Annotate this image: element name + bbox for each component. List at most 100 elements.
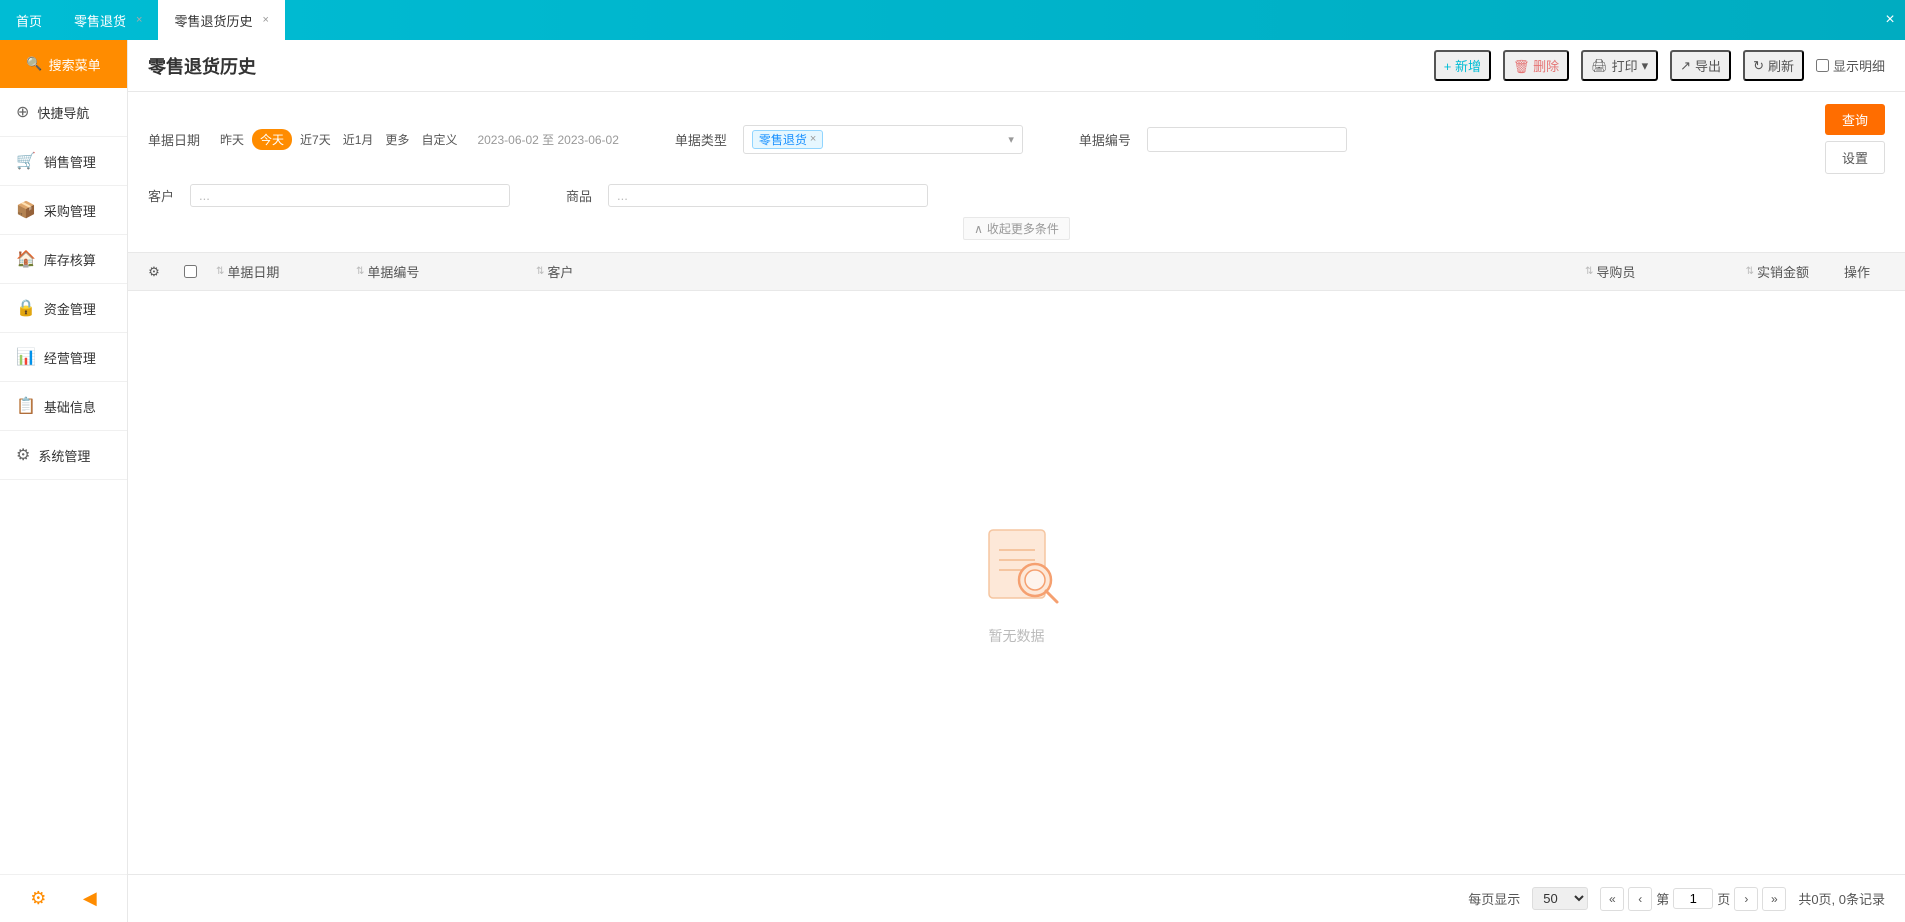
sidebar-item-quick-nav-label: 快捷导航	[37, 103, 89, 122]
sidebar-item-sys-label: 系统管理	[38, 446, 90, 465]
sidebar: 🔍 搜索菜单 ⊕ 快捷导航 🛒 销售管理 📦 采购管理 🏠 库存核算 🔒 资金管…	[0, 40, 128, 922]
sidebar-item-ops-mgmt[interactable]: 📊 经营管理	[0, 333, 127, 382]
refresh-button[interactable]: ↻ 刷新	[1743, 50, 1804, 81]
sidebar-search[interactable]: 🔍 搜索菜单	[0, 40, 127, 88]
sys-mgmt-icon: ⚙	[16, 445, 30, 465]
print-chevron: ▾	[1642, 58, 1649, 74]
page-input[interactable]	[1673, 888, 1713, 909]
th-customer: ⇅ 客户	[528, 262, 1577, 281]
th-bill-no-label: 单据编号	[367, 262, 419, 281]
page-label: 第	[1656, 889, 1669, 908]
collapse-sidebar-icon[interactable]: ◀	[83, 888, 97, 909]
filter-bill-type-tag: 零售退货 ×	[752, 130, 823, 149]
search-icon: 🔍	[26, 56, 42, 72]
sidebar-item-sales-mgmt[interactable]: 🛒 销售管理	[0, 137, 127, 186]
th-action: 操作	[1817, 262, 1897, 281]
th-sort-icon-amount[interactable]: ⇅	[1746, 266, 1754, 277]
page-last-btn[interactable]: »	[1762, 887, 1786, 911]
filter-bill-type-tag-text: 零售退货	[759, 131, 807, 148]
page-unit: 页	[1717, 889, 1730, 908]
show-detail-label: 显示明细	[1833, 56, 1885, 75]
show-detail-checkbox-label[interactable]: 显示明细	[1816, 56, 1885, 75]
settings-icon[interactable]: ⚙	[148, 264, 160, 280]
collapse-bar: ∧ 收起更多条件	[148, 217, 1885, 240]
filter-customer-input[interactable]: ...	[190, 184, 510, 207]
th-sort-icon-guide[interactable]: ⇅	[1585, 266, 1593, 277]
customer-dots: ...	[199, 188, 210, 203]
date-btn-7days[interactable]: 近7天	[296, 129, 335, 150]
th-sort-icon-date[interactable]: ⇅	[216, 266, 224, 277]
date-btn-today[interactable]: 今天	[252, 129, 292, 150]
sidebar-item-sys-mgmt[interactable]: ⚙ 系统管理	[0, 431, 127, 480]
select-all-checkbox[interactable]	[184, 265, 197, 278]
th-sort-icon-billno[interactable]: ⇅	[356, 266, 364, 277]
add-button[interactable]: + 新增	[1434, 50, 1491, 81]
collapse-icon: ∧	[974, 222, 983, 236]
tab-retail-return-history-label: 零售退货历史	[174, 11, 252, 30]
filter-bill-type-tag-close[interactable]: ×	[810, 133, 816, 145]
tab-home[interactable]: 首页	[0, 0, 58, 40]
collapse-label: 收起更多条件	[987, 220, 1059, 237]
goods-dots: ...	[617, 188, 628, 203]
sidebar-bottom: ⚙ ◀	[0, 874, 127, 922]
export-label: 导出	[1695, 56, 1721, 75]
filter-bill-type-select[interactable]: 零售退货 × ▾	[743, 125, 1023, 154]
date-btn-yesterday[interactable]: 昨天	[216, 129, 248, 150]
th-sort-icon-customer[interactable]: ⇅	[536, 266, 544, 277]
sidebar-item-inventory[interactable]: 🏠 库存核算	[0, 235, 127, 284]
filter-bill-no-label: 单据编号	[1079, 130, 1131, 149]
query-button[interactable]: 查询	[1825, 104, 1885, 135]
page-size-select[interactable]: 50 10 20 100	[1532, 887, 1588, 910]
settings-button[interactable]: 设置	[1825, 141, 1885, 174]
th-guide-label: 导购员	[1596, 262, 1635, 281]
filter-goods-input[interactable]: ...	[608, 184, 928, 207]
sidebar-item-purchase-mgmt[interactable]: 📦 采购管理	[0, 186, 127, 235]
date-btn-more[interactable]: 更多	[381, 129, 413, 150]
refresh-icon: ↻	[1753, 58, 1764, 74]
sidebar-item-finance-mgmt[interactable]: 🔒 资金管理	[0, 284, 127, 333]
tab-retail-return-label: 零售退货	[74, 11, 126, 30]
th-bill-no: ⇅ 单据编号	[348, 262, 528, 281]
filter-row-2: 客户 ... 商品 ...	[148, 184, 1885, 207]
table-area: ⚙ ⇅ 单据日期 ⇅ 单据编号 ⇅ 客户 ⇅	[128, 253, 1905, 874]
th-checkbox[interactable]	[172, 265, 208, 278]
tab-retail-return-history[interactable]: 零售退货历史 ×	[158, 0, 284, 40]
inventory-icon: 🏠	[16, 249, 36, 269]
tab-retail-return-history-close[interactable]: ×	[262, 14, 268, 26]
tab-home-label: 首页	[16, 11, 42, 30]
delete-button[interactable]: 🗑 删除	[1503, 50, 1569, 81]
page-next-btn[interactable]: ›	[1734, 887, 1758, 911]
filter-bill-type-label: 单据类型	[675, 130, 727, 149]
page-first-btn[interactable]: «	[1600, 887, 1624, 911]
page-nav: « ‹ 第 页 › »	[1600, 887, 1786, 911]
collapse-button[interactable]: ∧ 收起更多条件	[963, 217, 1070, 240]
print-label: 打印	[1612, 56, 1638, 75]
pagination-bar: 每页显示 50 10 20 100 « ‹ 第 页 › » 共0页, 0条记录	[128, 874, 1905, 922]
date-btn-1month[interactable]: 近1月	[339, 129, 378, 150]
tab-retail-return-close[interactable]: ×	[136, 14, 142, 26]
sidebar-item-sales-label: 销售管理	[44, 152, 96, 171]
page-title: 零售退货历史	[148, 53, 256, 79]
sidebar-item-quick-nav[interactable]: ⊕ 快捷导航	[0, 88, 127, 137]
filter-date-btns: 昨天 今天 近7天 近1月 更多 自定义	[216, 129, 461, 150]
export-button[interactable]: ↗ 导出	[1670, 50, 1731, 81]
sidebar-item-basic-info[interactable]: 📋 基础信息	[0, 382, 127, 431]
content-area: 零售退货历史 + 新增 🗑 删除 🖨 打印 ▾ ↗ 导出 ↻ 刷新	[128, 40, 1905, 922]
sidebar-item-basic-label: 基础信息	[44, 397, 96, 416]
tab-retail-return[interactable]: 零售退货 ×	[58, 0, 158, 40]
refresh-label: 刷新	[1768, 56, 1794, 75]
page-prev-btn[interactable]: ‹	[1628, 887, 1652, 911]
purchase-mgmt-icon: 📦	[16, 200, 36, 220]
page-size-label: 每页显示	[1468, 889, 1520, 908]
print-button[interactable]: 🖨 打印 ▾	[1581, 50, 1658, 81]
show-detail-checkbox[interactable]	[1816, 59, 1829, 72]
settings-bottom-icon[interactable]: ⚙	[30, 888, 46, 909]
filter-area: 单据日期 昨天 今天 近7天 近1月 更多 自定义 2023-06-02 至 2…	[128, 92, 1905, 253]
quick-nav-icon: ⊕	[16, 102, 29, 122]
filter-bill-no-input[interactable]	[1147, 127, 1347, 152]
window-close-btn[interactable]: ×	[1875, 0, 1905, 40]
main-layout: 🔍 搜索菜单 ⊕ 快捷导航 🛒 销售管理 📦 采购管理 🏠 库存核算 🔒 资金管…	[0, 40, 1905, 922]
th-settings[interactable]: ⚙	[136, 264, 172, 280]
filter-goods-label: 商品	[566, 186, 592, 205]
date-btn-custom[interactable]: 自定义	[417, 129, 461, 150]
